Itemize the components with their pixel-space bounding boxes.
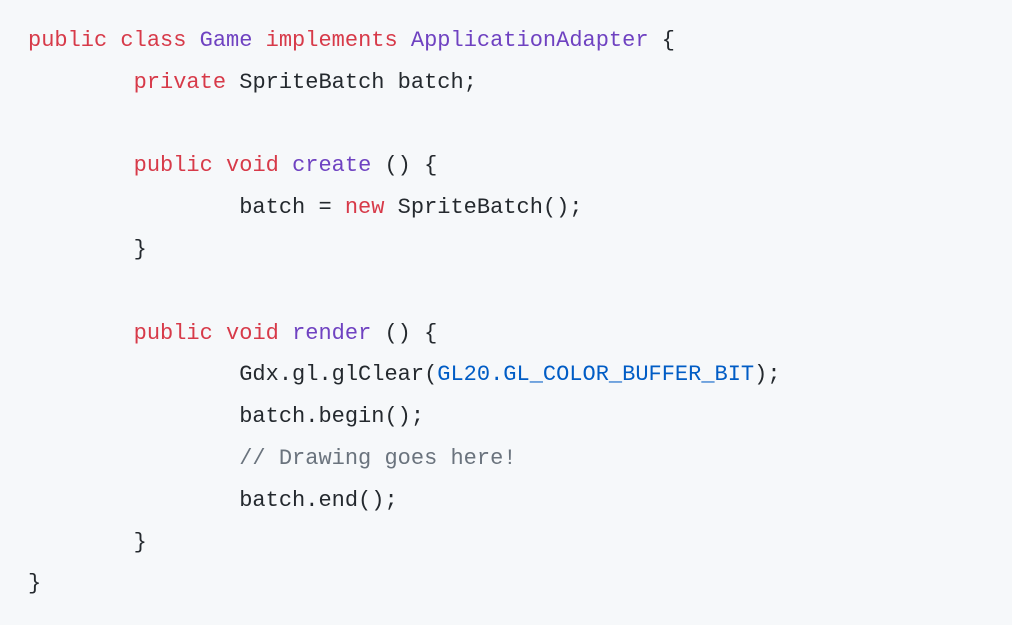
batch-end: batch.end(); <box>239 488 397 513</box>
keyword-new: new <box>345 195 385 220</box>
method-render: render <box>292 321 371 346</box>
brace-close: } <box>134 530 147 555</box>
keyword-public: public <box>134 153 213 178</box>
keyword-class: class <box>120 28 186 53</box>
close-paren: ); <box>754 362 780 387</box>
comment-line: // Drawing goes here! <box>239 446 516 471</box>
assign-text: batch = <box>239 195 345 220</box>
gl-constant: GL20.GL_COLOR_BUFFER_BIT <box>437 362 754 387</box>
field-decl: SpriteBatch batch; <box>226 70 477 95</box>
code-block: public class Game implements Application… <box>0 0 1012 625</box>
brace-open: { <box>649 28 675 53</box>
keyword-void: void <box>226 321 279 346</box>
ctor-call: SpriteBatch(); <box>384 195 582 220</box>
method-create: create <box>292 153 371 178</box>
keyword-private: private <box>134 70 226 95</box>
class-app-adapter: ApplicationAdapter <box>411 28 649 53</box>
keyword-void: void <box>226 153 279 178</box>
keyword-public: public <box>134 321 213 346</box>
batch-begin: batch.begin(); <box>239 404 424 429</box>
keyword-public: public <box>28 28 107 53</box>
method-sig: () { <box>371 321 437 346</box>
method-sig: () { <box>371 153 437 178</box>
keyword-implements: implements <box>266 28 398 53</box>
class-game: Game <box>200 28 253 53</box>
brace-close: } <box>134 237 147 262</box>
gl-clear-call: Gdx.gl.glClear( <box>239 362 437 387</box>
brace-close: } <box>28 571 41 596</box>
